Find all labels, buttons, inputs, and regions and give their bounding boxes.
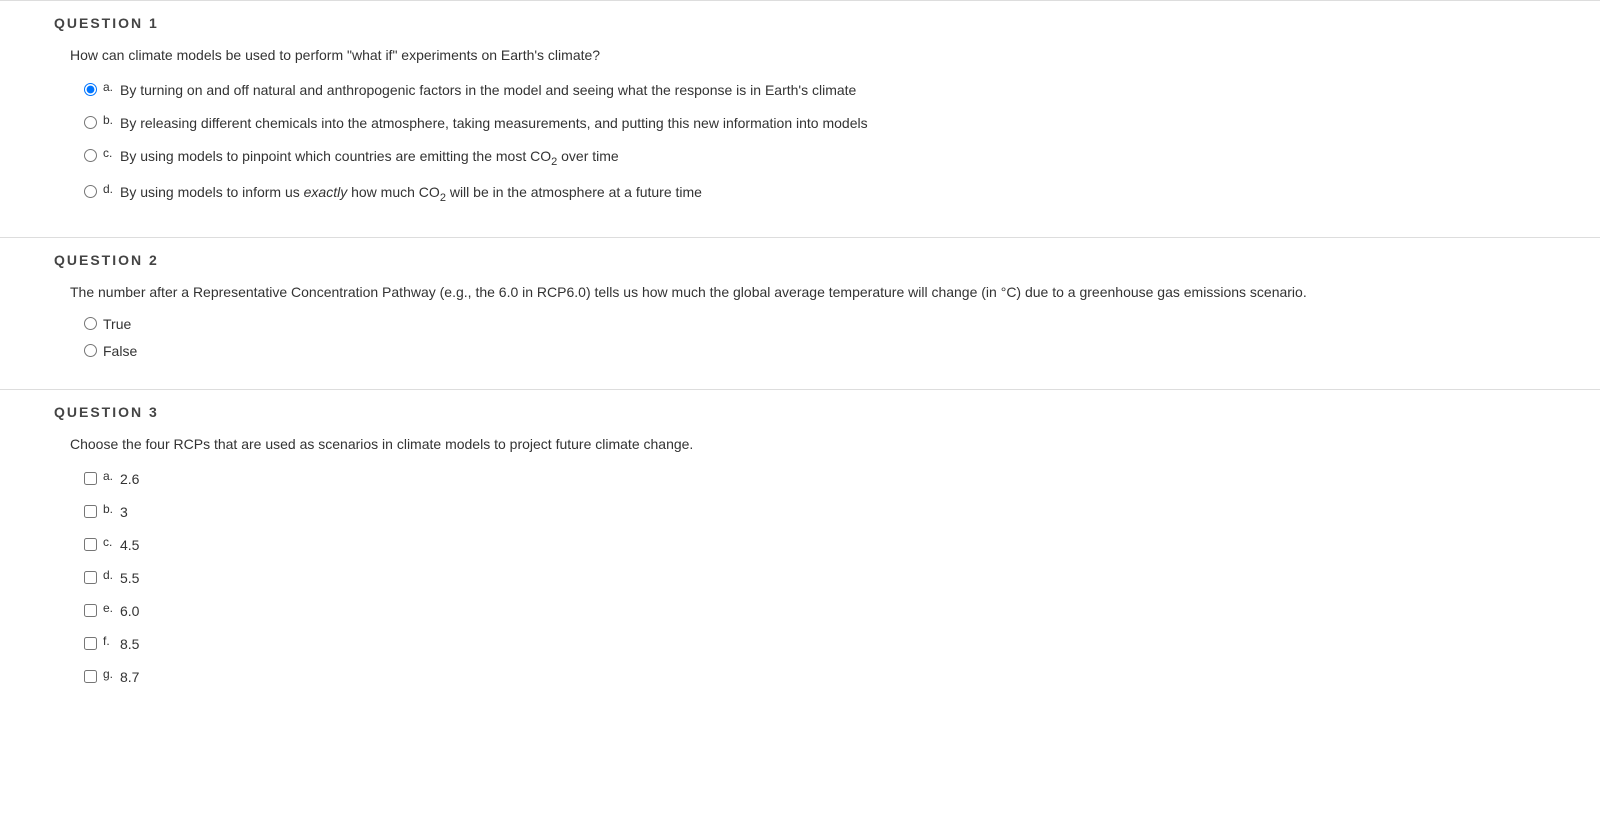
option-text: True — [103, 314, 131, 335]
q3-option-a[interactable]: a. 2.6 — [70, 463, 1560, 496]
question-2-header: QUESTION 2 — [0, 250, 1600, 282]
option-text: False — [103, 341, 137, 362]
q1-option-d[interactable]: d. By using models to inform us exactly … — [70, 176, 1560, 212]
q2-option-false[interactable]: False — [70, 338, 1560, 365]
option-letter: f. — [103, 632, 117, 650]
option-letter: a. — [103, 467, 117, 485]
q2-radio-true[interactable] — [84, 317, 97, 330]
option-text: By turning on and off natural and anthro… — [120, 80, 856, 101]
option-text: 5.5 — [120, 568, 139, 589]
option-letter: d. — [103, 566, 117, 584]
option-text: By using models to inform us exactly how… — [120, 182, 702, 206]
q3-option-c[interactable]: c. 4.5 — [70, 529, 1560, 562]
q3-option-b[interactable]: b. 3 — [70, 496, 1560, 529]
option-text: By releasing different chemicals into th… — [120, 113, 868, 134]
q3-checkbox-b[interactable] — [84, 505, 97, 518]
q2-radio-false[interactable] — [84, 344, 97, 357]
option-letter: b. — [103, 111, 117, 129]
option-text: 2.6 — [120, 469, 139, 490]
q2-option-true[interactable]: True — [70, 311, 1560, 338]
q3-option-f[interactable]: f. 8.5 — [70, 628, 1560, 661]
q1-option-c[interactable]: c. By using models to pinpoint which cou… — [70, 140, 1560, 176]
q1-radio-d[interactable] — [84, 185, 97, 198]
q3-checkbox-f[interactable] — [84, 637, 97, 650]
q1-radio-a[interactable] — [84, 83, 97, 96]
q1-option-b[interactable]: b. By releasing different chemicals into… — [70, 107, 1560, 140]
option-text: 4.5 — [120, 535, 139, 556]
question-3-header: QUESTION 3 — [0, 402, 1600, 434]
q1-option-a[interactable]: a. By turning on and off natural and ant… — [70, 74, 1560, 107]
option-letter: e. — [103, 599, 117, 617]
question-2: QUESTION 2 The number after a Representa… — [0, 237, 1600, 389]
question-3-body: Choose the four RCPs that are used as sc… — [0, 434, 1600, 694]
option-letter: d. — [103, 180, 117, 198]
q3-checkbox-g[interactable] — [84, 670, 97, 683]
q3-checkbox-d[interactable] — [84, 571, 97, 584]
question-3: QUESTION 3 Choose the four RCPs that are… — [0, 389, 1600, 718]
q1-radio-c[interactable] — [84, 149, 97, 162]
option-letter: a. — [103, 78, 117, 96]
question-2-body: The number after a Representative Concen… — [0, 282, 1600, 365]
option-text: 3 — [120, 502, 128, 523]
question-1-header: QUESTION 1 — [0, 13, 1600, 45]
option-text: 6.0 — [120, 601, 139, 622]
question-2-text: The number after a Representative Concen… — [70, 282, 1560, 303]
q3-option-d[interactable]: d. 5.5 — [70, 562, 1560, 595]
option-letter: b. — [103, 500, 117, 518]
question-3-text: Choose the four RCPs that are used as sc… — [70, 434, 1560, 455]
option-letter: c. — [103, 144, 117, 162]
option-text: 8.5 — [120, 634, 139, 655]
option-letter: g. — [103, 665, 117, 683]
q3-checkbox-c[interactable] — [84, 538, 97, 551]
q1-radio-b[interactable] — [84, 116, 97, 129]
q3-option-e[interactable]: e. 6.0 — [70, 595, 1560, 628]
q3-option-g[interactable]: g. 8.7 — [70, 661, 1560, 694]
option-text: 8.7 — [120, 667, 139, 688]
q3-checkbox-a[interactable] — [84, 472, 97, 485]
q3-checkbox-e[interactable] — [84, 604, 97, 617]
option-letter: c. — [103, 533, 117, 551]
question-1-text: How can climate models be used to perfor… — [70, 45, 1560, 66]
option-text: By using models to pinpoint which countr… — [120, 146, 619, 170]
question-1-body: How can climate models be used to perfor… — [0, 45, 1600, 213]
question-1: QUESTION 1 How can climate models be use… — [0, 0, 1600, 237]
